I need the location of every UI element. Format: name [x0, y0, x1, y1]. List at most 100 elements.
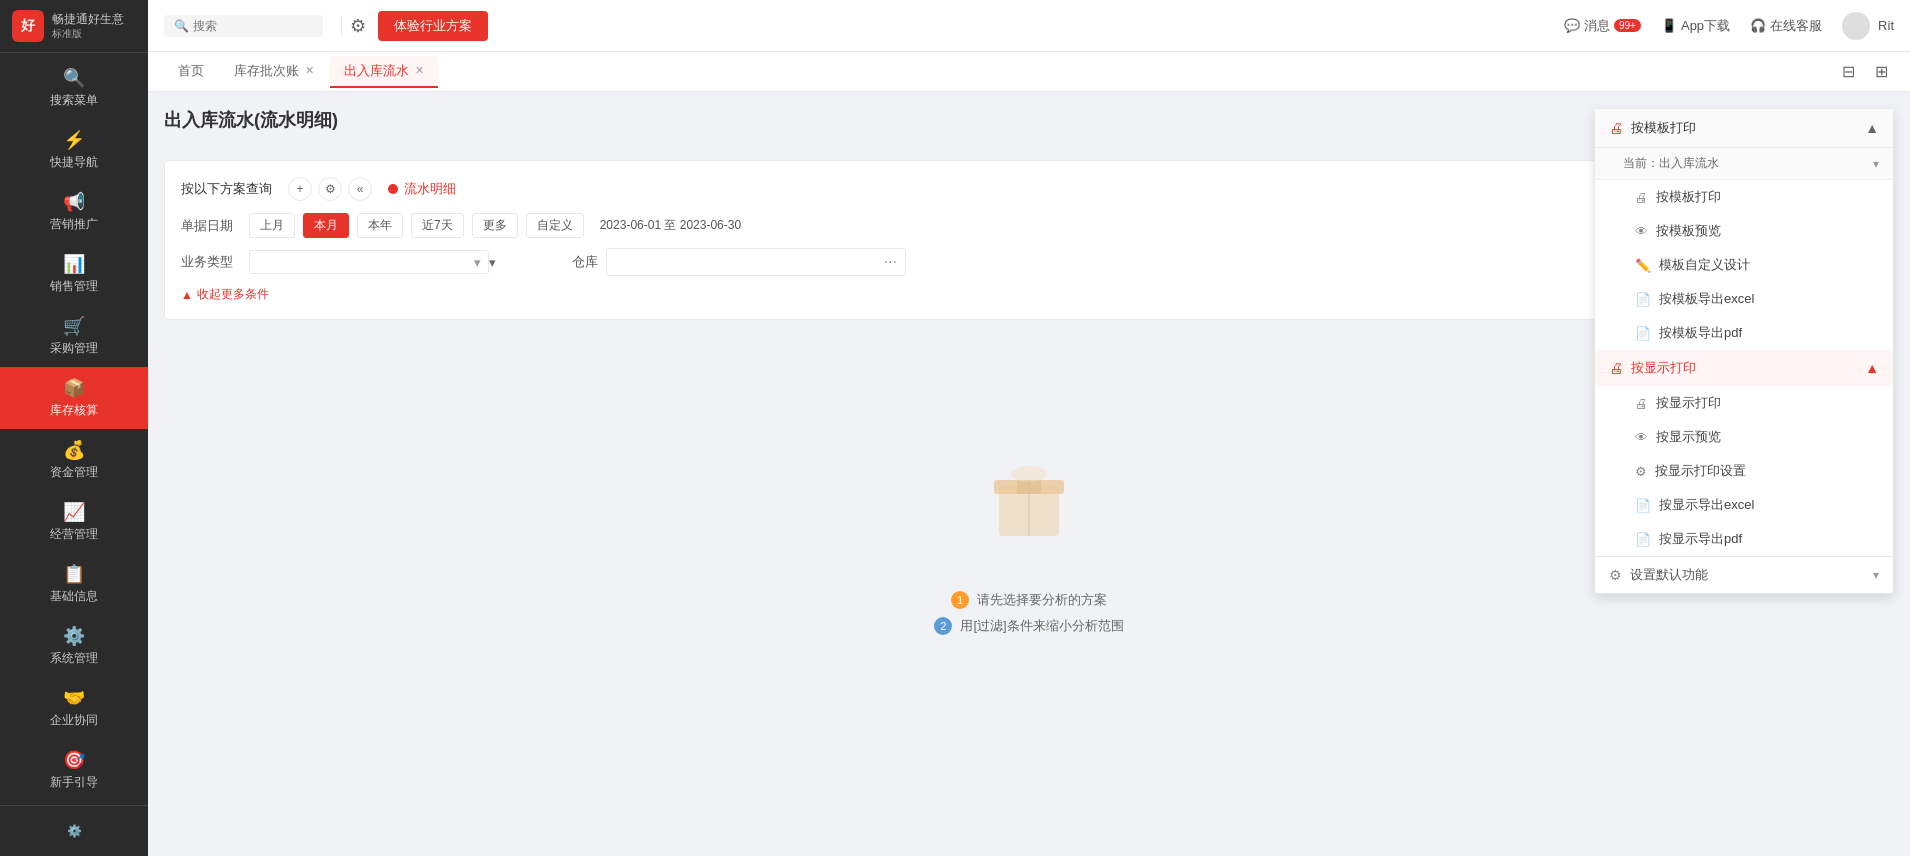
sidebar-item-operation[interactable]: 📈 经营管理 — [0, 491, 148, 553]
filter-actions: + ⚙ « — [288, 177, 372, 201]
dropdown-display-print[interactable]: 🖨 按显示打印 — [1595, 386, 1893, 420]
user-avatar-button[interactable]: Rit — [1842, 12, 1894, 40]
sidebar-item-label: 库存核算 — [50, 402, 98, 419]
chevron-down-icon: ▾ — [1873, 568, 1879, 582]
sidebar-item-label: 销售管理 — [50, 278, 98, 295]
sidebar-item-quick-nav[interactable]: ⚡ 快捷导航 — [0, 119, 148, 181]
inventory-icon: 📦 — [63, 377, 85, 399]
sidebar-item-search[interactable]: 🔍 搜索菜单 — [0, 57, 148, 119]
date-field-label: 单据日期 — [181, 217, 233, 235]
sidebar-item-marketing[interactable]: 📢 营销推广 — [0, 181, 148, 243]
sidebar-item-finance[interactable]: 💰 资金管理 — [0, 429, 148, 491]
date-btn-this-month[interactable]: 本月 — [303, 213, 349, 238]
dropdown-up-button[interactable]: ▲ — [1865, 120, 1879, 136]
sidebar-item-label: 经营管理 — [50, 526, 98, 543]
warehouse-more-button[interactable]: ··· — [884, 253, 897, 271]
sidebar-item-system[interactable]: ⚙️ 系统管理 — [0, 615, 148, 677]
dropdown-template-preview[interactable]: 👁 按模板预览 — [1595, 214, 1893, 248]
maximize-button[interactable]: ⊞ — [1869, 60, 1894, 83]
app-download-icon: 📱 — [1661, 18, 1677, 33]
basic-icon: 📋 — [63, 563, 85, 585]
tab-label: 首页 — [178, 62, 204, 80]
minimize-button[interactable]: ⊟ — [1836, 60, 1861, 83]
search-input[interactable] — [193, 19, 313, 33]
trial-industry-button[interactable]: 体验行业方案 — [378, 11, 488, 41]
customer-service-button[interactable]: 🎧 在线客服 — [1750, 17, 1822, 35]
step-num-1: 1 — [951, 591, 969, 609]
item-label: 按显示打印 — [1656, 394, 1721, 412]
add-filter-button[interactable]: + — [288, 177, 312, 201]
dropdown-panel: 🖨 按模板打印 ▲ 当前：出入库流水 ▾ 🖨 按模板打印 — [1594, 108, 1894, 594]
display-print-icon: 🖨 — [1609, 360, 1623, 376]
dropdown-current-text: 当前：出入库流水 — [1623, 155, 1719, 172]
tabs-bar: 首页 库存批次账 ✕ 出入库流水 ✕ ⊟ ⊞ — [148, 52, 1910, 92]
dropdown-display-pdf[interactable]: 📄 按显示导出pdf — [1595, 522, 1893, 556]
date-btn-last-month[interactable]: 上月 — [249, 213, 295, 238]
settings-icon: ⚙ — [1609, 567, 1622, 583]
message-button[interactable]: 💬 消息 99+ — [1564, 17, 1641, 35]
filter-tag: 流水明细 — [404, 180, 456, 198]
settings-filter-button[interactable]: ⚙ — [318, 177, 342, 201]
biz-type-select-wrapper — [249, 250, 489, 274]
dropdown-template-pdf[interactable]: 📄 按模板导出pdf — [1595, 316, 1893, 350]
dropdown-template-excel[interactable]: 📄 按模板导出excel — [1595, 282, 1893, 316]
date-btn-this-year[interactable]: 本年 — [357, 213, 403, 238]
message-icon: 💬 — [1564, 18, 1580, 33]
sidebar-footer-settings[interactable]: ⚙️ — [0, 816, 148, 846]
pdf-icon: 📄 — [1635, 326, 1651, 341]
close-icon[interactable]: ✕ — [415, 64, 424, 77]
close-icon[interactable]: ✕ — [305, 64, 314, 77]
sidebar-item-enterprise[interactable]: 🤝 企业协同 — [0, 677, 148, 739]
sidebar-item-purchase[interactable]: 🛒 采购管理 — [0, 305, 148, 367]
item-label: 模板自定义设计 — [1659, 256, 1750, 274]
search-box[interactable]: 🔍 — [164, 15, 323, 37]
dropdown-expand-button[interactable]: ▲ — [1865, 360, 1879, 376]
dropdown-section-display: 🖨 按显示打印 ▲ — [1595, 350, 1893, 386]
app-download-button[interactable]: 📱 App下载 — [1661, 17, 1730, 35]
item-label: 按显示预览 — [1656, 428, 1721, 446]
collapse-filter-button[interactable]: « — [348, 177, 372, 201]
date-btn-more[interactable]: 更多 — [472, 213, 518, 238]
dropdown-template-custom[interactable]: ✏️ 模板自定义设计 — [1595, 248, 1893, 282]
sidebar-item-basic[interactable]: 📋 基础信息 — [0, 553, 148, 615]
app-download-label: App下载 — [1681, 17, 1730, 35]
message-label: 消息 — [1584, 17, 1610, 35]
item-label: 按显示打印设置 — [1655, 462, 1746, 480]
app-logo: 好 畅捷通好生意 标准版 — [0, 0, 148, 53]
tab-home[interactable]: 首页 — [164, 56, 218, 88]
headset-icon: 🎧 — [1750, 18, 1766, 33]
tab-label: 出入库流水 — [344, 62, 409, 80]
quick-nav-icon: ⚡ — [63, 129, 85, 151]
excel-icon: 📄 — [1635, 498, 1651, 513]
topbar-right: 💬 消息 99+ 📱 App下载 🎧 在线客服 Rit — [1564, 12, 1894, 40]
purchase-icon: 🛒 — [63, 315, 85, 337]
sidebar-item-newbie[interactable]: 🎯 新手引导 — [0, 739, 148, 801]
biz-type-label: 业务类型 — [181, 253, 233, 271]
finance-icon: 💰 — [63, 439, 85, 461]
operation-icon: 📈 — [63, 501, 85, 523]
customer-service-label: 在线客服 — [1770, 17, 1822, 35]
sidebar-item-sales[interactable]: 📊 销售管理 — [0, 243, 148, 305]
tab-batch-account[interactable]: 库存批次账 ✕ — [220, 56, 328, 88]
date-btn-7days[interactable]: 近7天 — [411, 213, 464, 238]
dropdown-template-print[interactable]: 🖨 按模板打印 — [1595, 180, 1893, 214]
chevron-down-icon: ▾ — [489, 255, 496, 270]
sidebar-item-inventory[interactable]: 📦 库存核算 — [0, 367, 148, 429]
dropdown-footer-settings[interactable]: ⚙ 设置默认功能 ▾ — [1595, 556, 1893, 593]
warehouse-label: 仓库 — [572, 253, 598, 271]
dropdown-section-label: 按显示打印 — [1631, 359, 1696, 377]
step-num-2: 2 — [934, 617, 952, 635]
dropdown-display-preview[interactable]: 👁 按显示预览 — [1595, 420, 1893, 454]
date-btn-custom[interactable]: 自定义 — [526, 213, 584, 238]
item-label: 按显示导出excel — [1659, 496, 1754, 514]
empty-step-1: 1 请先选择要分析的方案 — [951, 591, 1107, 609]
dropdown-current-arrow: ▾ — [1873, 157, 1879, 171]
page-content: 出入库流水(流水明细) 🖨 按模板打印 ▲ ↑ 导出 ↻ 刷新 — [148, 92, 1910, 856]
system-icon: ⚙️ — [63, 625, 85, 647]
settings-icon[interactable]: ⚙ — [350, 15, 366, 37]
sidebar-item-label: 营销推广 — [50, 216, 98, 233]
dropdown-display-excel[interactable]: 📄 按显示导出excel — [1595, 488, 1893, 522]
tab-flow[interactable]: 出入库流水 ✕ — [330, 56, 438, 88]
dropdown-display-settings[interactable]: ⚙ 按显示打印设置 — [1595, 454, 1893, 488]
biz-type-select[interactable] — [249, 250, 489, 274]
